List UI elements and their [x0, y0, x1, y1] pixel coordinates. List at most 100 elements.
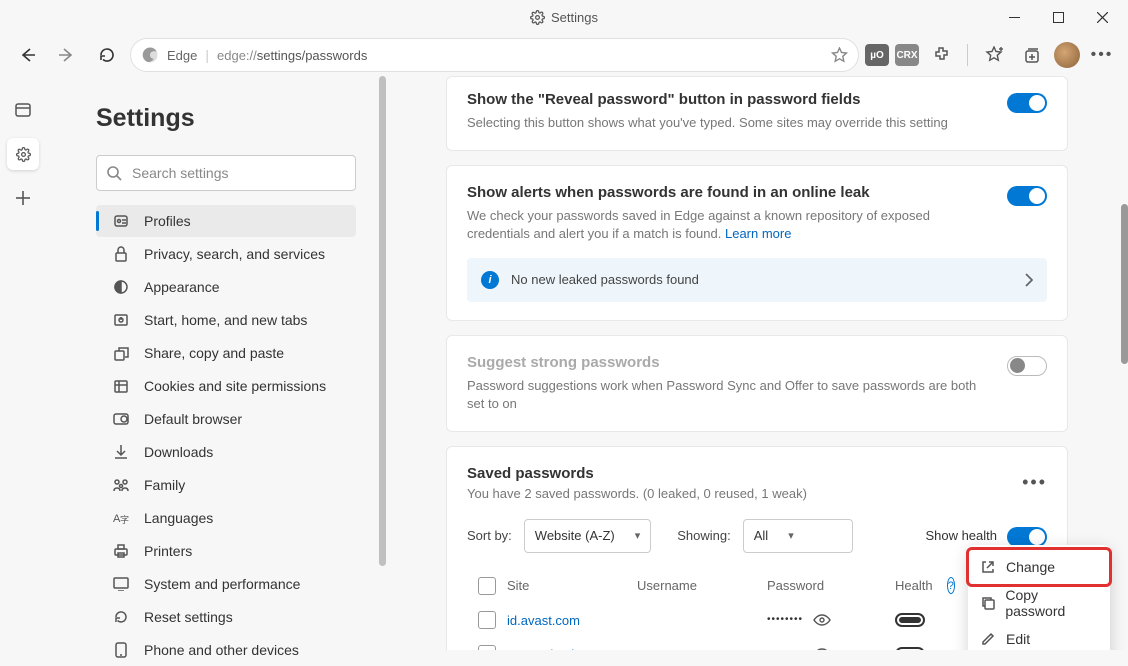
toolbar: Edge | edge://settings/passwords µO CRX …: [0, 34, 1128, 76]
row-checkbox[interactable]: [478, 611, 496, 629]
appearance-icon: [112, 279, 130, 295]
row-checkbox[interactable]: [478, 645, 496, 650]
share-icon: [112, 345, 130, 361]
sidebar-item-default-browser[interactable]: Default browser: [96, 403, 356, 435]
window-title: Settings: [551, 10, 598, 25]
health-icon: [895, 613, 925, 627]
search-input[interactable]: Search settings: [96, 155, 356, 191]
suggest-toggle: [1007, 356, 1047, 376]
learn-more-link[interactable]: Learn more: [725, 226, 791, 241]
info-icon: i: [481, 271, 499, 289]
sidebar-item-appearance[interactable]: Appearance: [96, 271, 356, 303]
ext-crx-icon[interactable]: CRX: [895, 44, 919, 66]
profile-avatar[interactable]: [1054, 42, 1080, 68]
external-link-icon: [980, 560, 996, 574]
svg-text:字: 字: [120, 514, 129, 525]
browser-icon: [112, 411, 130, 427]
new-tab-button[interactable]: [7, 182, 39, 214]
suggest-title: Suggest strong passwords: [467, 354, 991, 371]
sidebar-item-phone[interactable]: Phone and other devices: [96, 634, 356, 666]
leak-banner[interactable]: i No new leaked passwords found: [467, 258, 1047, 302]
titlebar: Settings: [0, 0, 1128, 34]
search-icon: [107, 166, 122, 181]
cookie-icon: [112, 378, 130, 394]
collections-button[interactable]: [1016, 39, 1048, 71]
system-icon: [112, 577, 130, 591]
favorites-button[interactable]: [978, 39, 1010, 71]
sidebar-item-start[interactable]: Start, home, and new tabs: [96, 304, 356, 336]
edge-logo-icon: [141, 46, 159, 64]
language-icon: A字: [112, 511, 130, 525]
copy-icon: [980, 596, 995, 610]
sidebar-item-languages[interactable]: A字Languages: [96, 502, 356, 534]
sidebar-heading: Settings: [96, 104, 356, 133]
sidebar-item-profiles[interactable]: Profiles: [96, 205, 356, 237]
menu-change[interactable]: Change: [968, 549, 1110, 585]
content-scrollbar[interactable]: [1121, 204, 1128, 364]
saved-title: Saved passwords: [467, 465, 807, 482]
settings-sidebar: Settings Search settings Profiles Privac…: [46, 76, 386, 650]
minimize-button[interactable]: [992, 0, 1036, 34]
refresh-button[interactable]: [90, 38, 124, 72]
password-table: Site Username Password Health? id.avast.…: [467, 569, 1047, 650]
sidebar-item-downloads[interactable]: Downloads: [96, 436, 356, 468]
chevron-down-icon: ▾: [788, 529, 794, 542]
tab-actions-button[interactable]: [7, 94, 39, 126]
reveal-sub: Selecting this button shows what you've …: [467, 114, 991, 132]
ext-ublock-icon[interactable]: µO: [865, 44, 889, 66]
content-area: Show the "Reveal password" button in pas…: [386, 76, 1128, 650]
sidebar-scrollbar[interactable]: [379, 76, 386, 650]
address-label: Edge: [167, 48, 197, 63]
showing-select[interactable]: All ▾: [743, 519, 853, 553]
show-health-toggle[interactable]: [1007, 527, 1047, 547]
favorite-icon[interactable]: [831, 47, 848, 64]
printer-icon: [112, 543, 130, 559]
sidebar-item-privacy[interactable]: Privacy, search, and services: [96, 238, 356, 270]
extensions-button[interactable]: [925, 39, 957, 71]
lock-icon: [112, 246, 130, 262]
menu-edit[interactable]: Edit: [968, 621, 1110, 650]
chevron-down-icon: ▾: [635, 529, 641, 542]
saved-more-button[interactable]: •••: [1022, 472, 1047, 493]
eye-icon[interactable]: [813, 614, 831, 626]
reveal-toggle[interactable]: [1007, 93, 1047, 113]
profile-icon: [112, 213, 130, 229]
sort-select[interactable]: Website (A-Z) ▾: [524, 519, 651, 553]
suggest-sub: Password suggestions work when Password …: [467, 377, 991, 413]
help-icon[interactable]: ?: [947, 577, 955, 594]
sidebar-item-reset[interactable]: Reset settings: [96, 601, 356, 633]
tab-settings[interactable]: [7, 138, 39, 170]
reveal-title: Show the "Reveal password" button in pas…: [467, 91, 991, 108]
more-button[interactable]: •••: [1086, 39, 1118, 71]
forward-button[interactable]: [50, 38, 84, 72]
reset-icon: [112, 609, 130, 625]
power-icon: [112, 312, 130, 328]
sidebar-item-printers[interactable]: Printers: [96, 535, 356, 567]
family-icon: [112, 478, 130, 492]
sidebar-item-cookies[interactable]: Cookies and site permissions: [96, 370, 356, 402]
back-button[interactable]: [10, 38, 44, 72]
phone-icon: [112, 642, 130, 658]
vertical-tab-strip: [0, 76, 46, 650]
menu-copy-password[interactable]: Copy password: [968, 585, 1110, 621]
leak-sub: We check your passwords saved in Edge ag…: [467, 207, 991, 243]
address-url: edge://settings/passwords: [217, 48, 367, 63]
saved-summary: You have 2 saved passwords. (0 leaked, 0…: [467, 486, 807, 501]
context-menu: Change Copy password Edit: [968, 545, 1110, 650]
sidebar-item-share[interactable]: Share, copy and paste: [96, 337, 356, 369]
chevron-right-icon: [1025, 273, 1033, 287]
leak-toggle[interactable]: [1007, 186, 1047, 206]
password-row: zenmarket.jp ••••••••: [467, 637, 1047, 650]
sidebar-item-system[interactable]: System and performance: [96, 568, 356, 600]
leak-title: Show alerts when passwords are found in …: [467, 184, 991, 201]
maximize-button[interactable]: [1036, 0, 1080, 34]
site-link[interactable]: id.avast.com: [507, 613, 580, 628]
address-bar[interactable]: Edge | edge://settings/passwords: [130, 38, 859, 72]
close-button[interactable]: [1080, 0, 1124, 34]
download-icon: [112, 444, 130, 460]
edit-icon: [980, 632, 996, 646]
password-row: id.avast.com ••••••••: [467, 603, 1047, 637]
select-all-checkbox[interactable]: [478, 577, 496, 595]
sidebar-item-family[interactable]: Family: [96, 469, 356, 501]
gear-icon: [530, 10, 545, 25]
